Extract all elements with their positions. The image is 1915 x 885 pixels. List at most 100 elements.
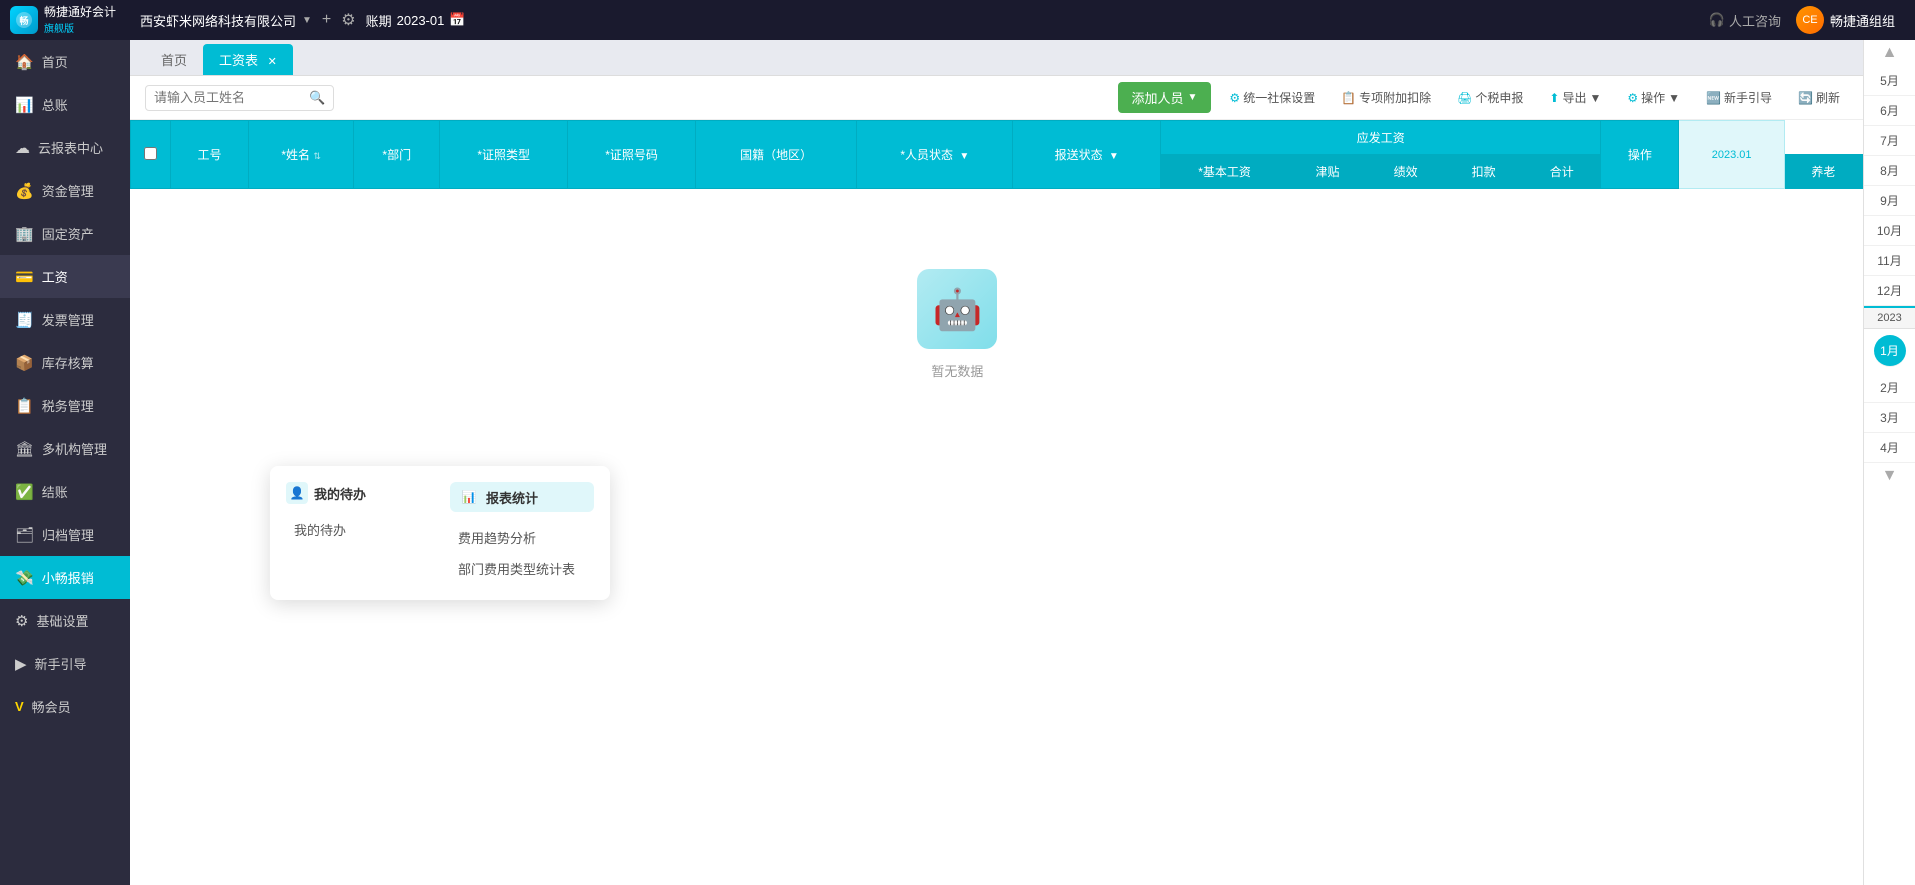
sidebar-label-settlement: 结账 xyxy=(42,482,68,501)
toolbar: 🔍 添加人员 ▼ ⚙ 统一社保设置 📋 专项附加扣除 xyxy=(130,76,1863,120)
sidebar-item-inventory[interactable]: 📦 库存核算 xyxy=(0,341,130,384)
select-all-checkbox[interactable] xyxy=(144,147,157,160)
sidebar-item-assets[interactable]: 🏢 固定资产 xyxy=(0,212,130,255)
col-name-label: *姓名 xyxy=(281,148,310,162)
popup-report-item-2-label: 部门费用类型统计表 xyxy=(458,562,575,577)
guide-btn[interactable]: 🆕 新手引导 xyxy=(1698,85,1780,110)
col-period-header: 2023.01 xyxy=(1679,121,1784,189)
sidebar-label-invoices: 发票管理 xyxy=(42,310,94,329)
month-item-2022-07[interactable]: 7月 xyxy=(1864,126,1915,156)
sidebar-item-cloud-report[interactable]: ☁ 云报表中心 xyxy=(0,126,130,169)
month-item-2022-08[interactable]: 8月 xyxy=(1864,156,1915,186)
refresh-btn[interactable]: 🔄 刷新 xyxy=(1790,85,1848,110)
export-btn[interactable]: ⬆ 导出 ▼ xyxy=(1541,85,1609,110)
top-header: 畅 畅捷通好会计 旗舰版 西安虾米网络科技有限公司 ▼ + ⚙ 账期 2023-… xyxy=(0,0,1915,40)
month-item-2023-04[interactable]: 4月 xyxy=(1864,433,1915,463)
sidebar-item-basic[interactable]: ⚙ 基础设置 xyxy=(0,599,130,642)
popup-todo-title: 👤 我的待办 xyxy=(286,482,430,504)
special-deduct-btn[interactable]: 📋 专项附加扣除 xyxy=(1333,85,1439,110)
month-item-2022-12[interactable]: 12月 xyxy=(1864,276,1915,306)
sidebar-item-xiao-chang[interactable]: 💸 小畅报销 xyxy=(0,556,130,599)
support-button[interactable]: 🎧 人工咨询 xyxy=(1709,11,1781,30)
settlement-icon: ✅ xyxy=(15,483,34,501)
period-label: 账期 xyxy=(366,11,392,30)
guide-label: 新手引导 xyxy=(1724,89,1772,106)
sidebar-item-invoices[interactable]: 🧾 发票管理 xyxy=(0,298,130,341)
search-input[interactable] xyxy=(154,90,304,105)
tax-report-btn[interactable]: 🖨 个税申报 xyxy=(1449,85,1531,110)
status-filter-icon[interactable]: ▼ xyxy=(959,151,969,162)
tab-home-label: 首页 xyxy=(161,53,187,68)
operations-label: 操作 xyxy=(1641,89,1665,106)
month-picker: ▲ 5月 6月 7月 8月 9月 10月 11月 12月 2023 1月 2月 … xyxy=(1863,40,1915,885)
sidebar-item-ledger[interactable]: 📊 总账 xyxy=(0,83,130,126)
calendar-icon[interactable]: 📅 xyxy=(449,12,465,28)
popup-report-item-1[interactable]: 费用趋势分析 xyxy=(450,522,594,553)
popup-todo-item[interactable]: 我的待办 xyxy=(286,514,430,545)
search-wrap[interactable]: 🔍 xyxy=(145,85,334,111)
sidebar-item-guide[interactable]: ▶ 新手引导 xyxy=(0,642,130,685)
app-logo-icon: 畅 xyxy=(10,6,38,34)
sidebar-label-cloud: 云报表中心 xyxy=(38,138,103,157)
salary-icon: 💳 xyxy=(15,268,34,286)
sidebar-item-settlement[interactable]: ✅ 结账 xyxy=(0,470,130,513)
period-info: 账期 2023-01 📅 xyxy=(366,11,466,30)
sidebar-label-basic: 基础设置 xyxy=(36,611,88,630)
guide-icon: ▶ xyxy=(15,655,27,673)
social-insurance-btn[interactable]: ⚙ 统一社保设置 xyxy=(1221,85,1323,110)
sidebar-label-funds: 资金管理 xyxy=(42,181,94,200)
user-area[interactable]: CE 畅捷通组组 xyxy=(1796,6,1895,34)
popup-report-item-2[interactable]: 部门费用类型统计表 xyxy=(450,553,594,584)
month-nav-down[interactable]: ▼ xyxy=(1864,463,1915,489)
col-dept: *部门 xyxy=(354,121,440,189)
popup-col-todo: 👤 我的待办 我的待办 xyxy=(286,482,430,584)
add-btn-dropdown-icon: ▼ xyxy=(1188,92,1198,103)
sidebar-item-funds[interactable]: 💰 资金管理 xyxy=(0,169,130,212)
svg-text:畅: 畅 xyxy=(19,15,28,26)
col-id-type: *证照类型 xyxy=(440,121,568,189)
month-nav-up[interactable]: ▲ xyxy=(1864,40,1915,66)
sidebar-item-home[interactable]: 🏠 首页 xyxy=(0,40,130,83)
col-operations-head: 操作 xyxy=(1601,121,1679,189)
month-item-2023-02[interactable]: 2月 xyxy=(1864,373,1915,403)
month-item-2023-01[interactable]: 1月 xyxy=(1874,335,1906,367)
sidebar-item-salary[interactable]: 💳 工资 xyxy=(0,255,130,298)
popup-todo-item-label: 我的待办 xyxy=(294,523,346,538)
add-person-button[interactable]: 添加人员 ▼ xyxy=(1118,82,1212,113)
month-item-2023-03[interactable]: 3月 xyxy=(1864,403,1915,433)
period-value: 2023-01 xyxy=(397,13,445,28)
sidebar-item-member[interactable]: V 畅会员 xyxy=(0,685,130,728)
sidebar-item-tax[interactable]: 📋 税务管理 xyxy=(0,384,130,427)
company-selector[interactable]: 西安虾米网络科技有限公司 ▼ xyxy=(140,11,312,30)
sidebar-label-home: 首页 xyxy=(42,52,68,71)
name-sort-icon[interactable]: ⇅ xyxy=(313,151,321,161)
tab-close-icon[interactable]: ✕ xyxy=(268,56,277,68)
xiao-chang-icon: 💸 xyxy=(15,569,34,587)
month-item-2022-06[interactable]: 6月 xyxy=(1864,96,1915,126)
logo-text-block: 畅捷通好会计 旗舰版 xyxy=(44,5,116,34)
operations-btn[interactable]: ⚙ 操作 ▼ xyxy=(1619,85,1688,110)
member-icon: V xyxy=(15,699,24,714)
sidebar-item-multi-org[interactable]: 🏛 多机构管理 xyxy=(0,427,130,470)
month-item-2022-10[interactable]: 10月 xyxy=(1864,216,1915,246)
month-item-2022-11[interactable]: 11月 xyxy=(1864,246,1915,276)
report-filter-icon[interactable]: ▼ xyxy=(1109,151,1119,162)
sidebar-item-archive[interactable]: 🗂 归档管理 xyxy=(0,513,130,556)
settings-icon[interactable]: ⚙ xyxy=(341,10,355,30)
popup-columns: 👤 我的待办 我的待办 📊 报表统计 费用趋势分析 xyxy=(286,482,594,584)
popup-todo-icon: 👤 xyxy=(286,482,308,504)
add-company-icon[interactable]: + xyxy=(322,11,331,29)
company-name: 西安虾米网络科技有限公司 xyxy=(140,11,296,30)
col-report-status: 报送状态 ▼ xyxy=(1013,121,1161,189)
month-item-2022-05[interactable]: 5月 xyxy=(1864,66,1915,96)
month-item-2022-09[interactable]: 9月 xyxy=(1864,186,1915,216)
col-status: *人员状态 ▼ xyxy=(857,121,1013,189)
tab-home[interactable]: 首页 xyxy=(145,44,203,75)
archive-icon: 🗂 xyxy=(15,526,34,544)
popup-report-item-1-label: 费用趋势分析 xyxy=(458,531,536,546)
tab-salary[interactable]: 工资表 ✕ xyxy=(203,44,293,75)
tax-icon: 📋 xyxy=(15,397,34,415)
col-checkbox[interactable] xyxy=(131,121,171,189)
toolbar-right: 添加人员 ▼ ⚙ 统一社保设置 📋 专项附加扣除 🖨 个税申报 xyxy=(1118,82,1849,113)
sidebar-label-guide: 新手引导 xyxy=(35,654,87,673)
